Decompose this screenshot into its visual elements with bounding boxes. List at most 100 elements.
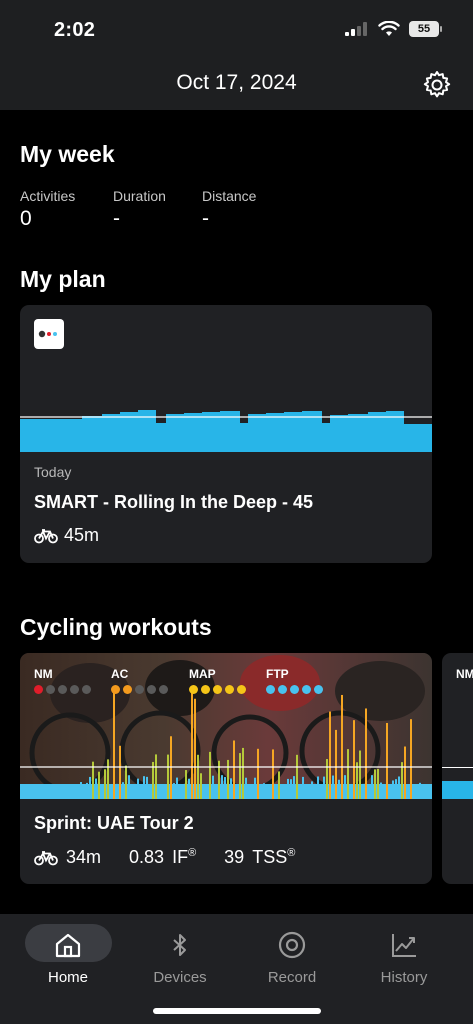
workout-profile-bar bbox=[89, 776, 91, 799]
gear-icon[interactable] bbox=[421, 69, 453, 101]
workout-profile-bar bbox=[284, 784, 286, 799]
workout-duration: 34m bbox=[66, 847, 102, 867]
tab-record[interactable]: Record bbox=[233, 914, 351, 994]
workout-profile-bar bbox=[386, 722, 388, 799]
cycling-workouts-title: Cycling workouts bbox=[20, 614, 212, 640]
workout-profile-bar bbox=[380, 782, 382, 799]
workout-profile-bar bbox=[122, 782, 124, 799]
status-icons: 55 bbox=[345, 21, 442, 37]
workout-profile-bar bbox=[368, 785, 370, 799]
intensity-dot bbox=[58, 685, 67, 694]
workout-profile-bar bbox=[287, 778, 289, 799]
workout-profile-bar bbox=[317, 776, 319, 799]
workout-profile-bar bbox=[104, 769, 106, 799]
home-indicator bbox=[153, 1008, 321, 1014]
workout-profile-bar bbox=[251, 790, 253, 799]
tab-home[interactable]: Home bbox=[9, 914, 127, 994]
workout-profile-bar bbox=[200, 773, 202, 799]
workout-profile-bar bbox=[260, 790, 262, 799]
tab-label: Devices bbox=[153, 969, 207, 986]
workout-profile-bar bbox=[281, 789, 283, 799]
workout-profile-bar bbox=[107, 759, 109, 799]
workout-card[interactable]: NM AC MAP FTP Sprint: UAE Tour 2 34m 0.8… bbox=[20, 653, 432, 884]
metric-map: MAP bbox=[189, 667, 246, 694]
workout-profile-bar bbox=[359, 750, 361, 799]
workout-profile-bar bbox=[119, 745, 121, 799]
workout-profile-bar bbox=[233, 740, 235, 799]
intensity-dot bbox=[237, 685, 246, 694]
workout-profile-bar bbox=[173, 783, 175, 799]
workout-profile-bar bbox=[191, 691, 193, 799]
intensity-dot bbox=[82, 685, 91, 694]
workout-profile-bar bbox=[212, 775, 214, 799]
next-card-ftp-line bbox=[442, 767, 473, 768]
workout-profile-bar bbox=[296, 754, 298, 799]
workout-profile-bar bbox=[269, 786, 271, 799]
workout-profile-bar bbox=[206, 784, 208, 799]
date-header: Oct 17, 2024 bbox=[0, 60, 473, 110]
metric-dots bbox=[34, 685, 91, 694]
metric-dots bbox=[266, 685, 323, 694]
metric-label: FTP bbox=[266, 667, 289, 681]
workout-profile-bar bbox=[305, 789, 307, 799]
workout-profile-bar bbox=[131, 787, 133, 799]
workout-profile-bar bbox=[332, 775, 334, 799]
workout-profile-bar bbox=[182, 787, 184, 799]
workout-profile-bar bbox=[134, 785, 136, 799]
my-week-title: My week bbox=[20, 141, 115, 167]
workout-profile-bar bbox=[179, 783, 181, 799]
intensity-dot bbox=[213, 685, 222, 694]
intensity-dot bbox=[123, 685, 132, 694]
workout-profile-bar bbox=[272, 749, 274, 799]
workout-profile-bar bbox=[236, 788, 238, 799]
intensity-dot bbox=[225, 685, 234, 694]
workout-profile-bar bbox=[326, 759, 328, 799]
plan-workout-name: SMART - Rolling In the Deep - 45 bbox=[34, 492, 314, 512]
metric-label: NM bbox=[34, 667, 53, 681]
workout-profile-bar bbox=[275, 790, 277, 799]
bicycle-icon bbox=[34, 528, 58, 543]
workout-profile-bar bbox=[125, 765, 127, 799]
intensity-dot bbox=[189, 685, 198, 694]
metric-ac: AC bbox=[111, 667, 168, 694]
workout-profile-bar bbox=[230, 778, 232, 799]
workout-profile-bar bbox=[167, 754, 169, 799]
workout-profile-bar bbox=[128, 775, 130, 799]
workout-profile-bar bbox=[338, 779, 340, 799]
workout-profile-bar bbox=[401, 762, 403, 799]
plan-duration: 45m bbox=[64, 525, 100, 545]
workout-profile-bar bbox=[311, 781, 313, 799]
workout-profile-bar bbox=[323, 776, 325, 799]
workout-profile-bar bbox=[110, 790, 112, 799]
my-plan-title: My plan bbox=[20, 266, 106, 292]
workout-name: Sprint: UAE Tour 2 bbox=[34, 813, 194, 833]
workout-profile-bar bbox=[98, 771, 100, 799]
workout-profile-bar bbox=[422, 790, 424, 799]
workout-profile-bar bbox=[419, 782, 421, 799]
tab-label: Record bbox=[267, 969, 317, 986]
workout-profile-bar bbox=[407, 784, 409, 799]
workout-profile-bar bbox=[116, 783, 118, 799]
workout-tss-value: 39 bbox=[224, 847, 245, 867]
intensity-dot bbox=[34, 685, 43, 694]
workout-profile-bar bbox=[308, 786, 310, 799]
workout-profile-bar bbox=[299, 785, 301, 799]
intensity-dot bbox=[201, 685, 210, 694]
next-workout-card[interactable]: NM bbox=[442, 653, 473, 884]
workout-profile-bar bbox=[224, 777, 226, 799]
workout-profile-bar bbox=[242, 747, 244, 799]
workout-profile-bar bbox=[353, 720, 355, 799]
workout-profile-bar bbox=[194, 698, 196, 799]
tab-history[interactable]: History bbox=[345, 914, 463, 994]
plan-workout-card[interactable]: Today SMART - Rolling In the Deep - 45 4… bbox=[20, 305, 432, 563]
tab-devices[interactable]: Devices bbox=[121, 914, 239, 994]
workout-profile-bar bbox=[329, 711, 331, 799]
workout-profile-bar bbox=[254, 777, 256, 799]
tss-label: TSS bbox=[252, 847, 288, 867]
intensity-dot bbox=[159, 685, 168, 694]
workout-profile-bar bbox=[146, 776, 148, 799]
duration-label: Duration bbox=[113, 188, 166, 204]
metric-dots bbox=[111, 685, 168, 694]
workout-profile-bar bbox=[227, 759, 229, 799]
workout-profile-bar bbox=[290, 779, 292, 799]
